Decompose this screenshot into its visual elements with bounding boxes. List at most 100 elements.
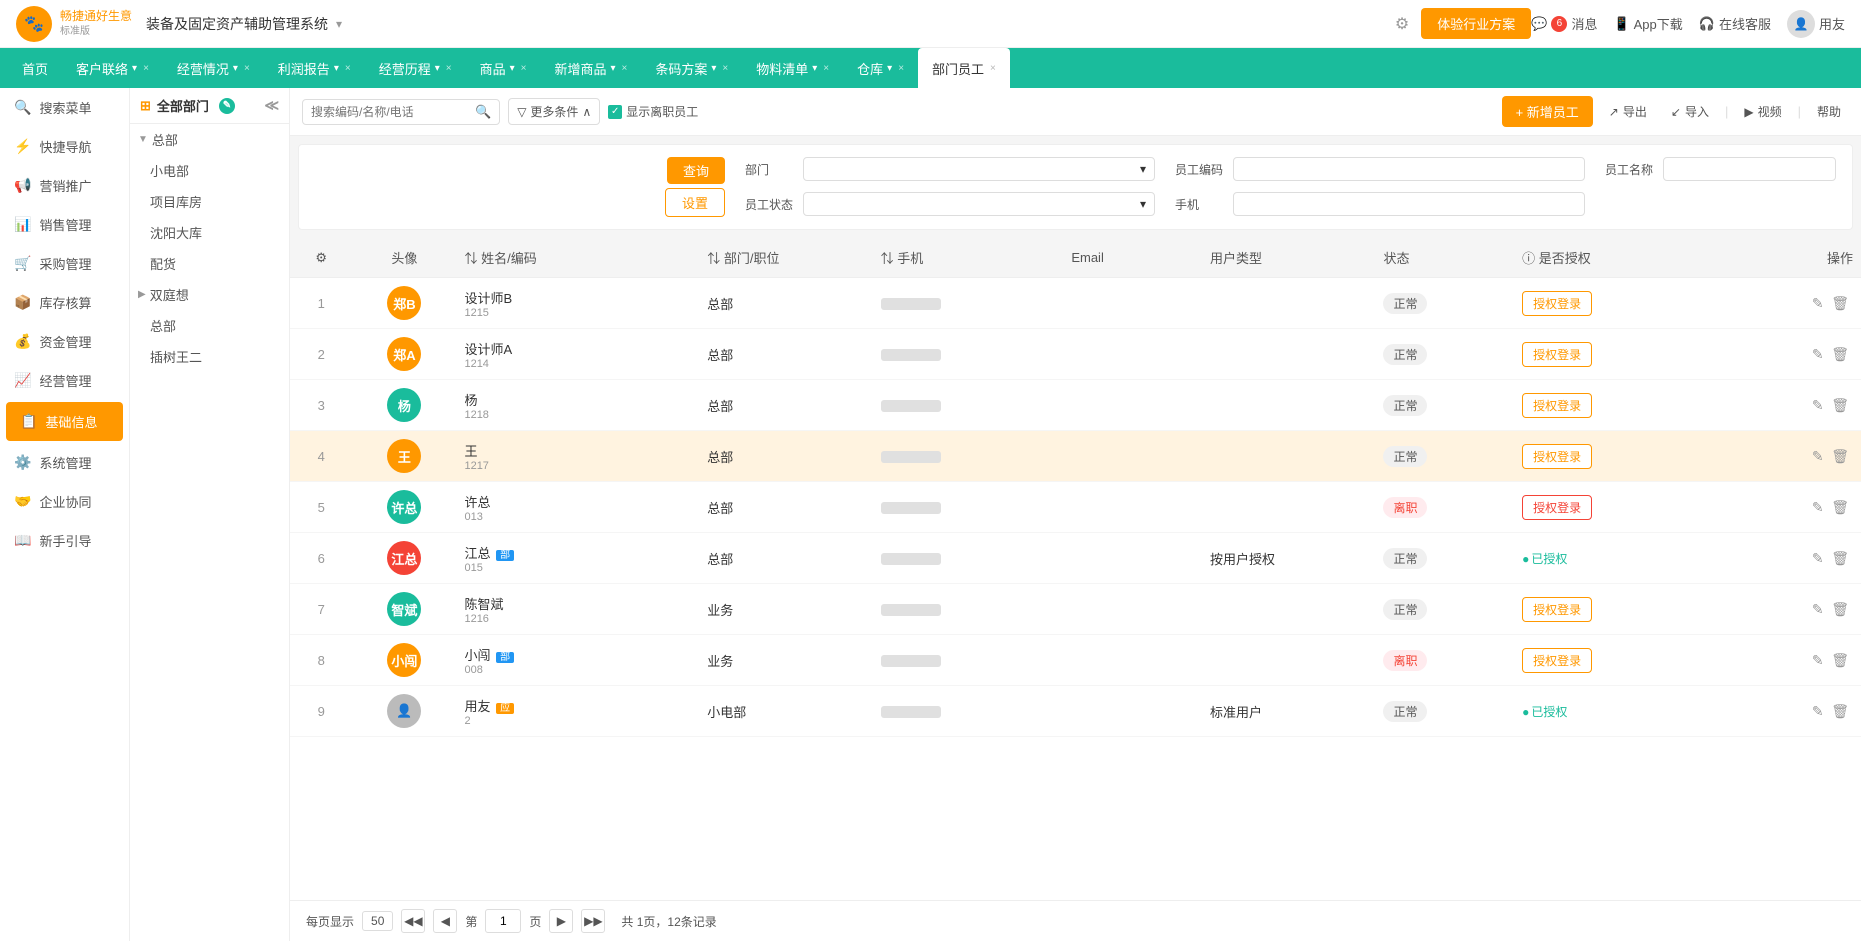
sidebar-item-finance[interactable]: 💰 资金管理	[0, 322, 129, 361]
filter-emp-status-select[interactable]: ▾	[803, 192, 1155, 216]
sidebar-item-business[interactable]: 📈 经营管理	[0, 361, 129, 400]
delete-btn[interactable]: 🗑	[1831, 550, 1849, 566]
app-download-btn[interactable]: 📱 App下载	[1613, 14, 1682, 33]
sidebar-item-sales[interactable]: 📊 销售管理	[0, 205, 129, 244]
col-dept-header[interactable]: ⇅ 部门/职位	[699, 238, 872, 278]
delete-btn[interactable]: 🗑	[1831, 703, 1849, 719]
dept-edit-icon[interactable]: ✎	[219, 98, 235, 114]
search-icon[interactable]: 🔍	[475, 104, 491, 120]
user-area[interactable]: 👤 用友	[1787, 10, 1845, 38]
auth-login-btn[interactable]: 授权登录	[1522, 597, 1592, 622]
tab-warehouse[interactable]: 仓库▾×	[843, 48, 918, 88]
auth-login-btn[interactable]: 授权登录	[1522, 342, 1592, 367]
first-page-btn[interactable]: ◀◀	[401, 909, 425, 933]
delete-btn[interactable]: 🗑	[1831, 346, 1849, 362]
tree-item-distribution[interactable]: 配货	[130, 248, 289, 279]
delete-btn[interactable]: 🗑	[1831, 295, 1849, 311]
tree-item-headquarters[interactable]: ▼ 总部	[130, 124, 289, 155]
per-page-value[interactable]: 50	[362, 911, 393, 931]
tab-barcode[interactable]: 条码方案▾×	[641, 48, 742, 88]
sidebar-item-purchase[interactable]: 🛒 采购管理	[0, 244, 129, 283]
tab-dept-staff[interactable]: 部门员工×	[918, 48, 1010, 88]
edit-btn[interactable]: ✎	[1812, 550, 1824, 566]
sidebar-item-marketing[interactable]: 📢 营销推广	[0, 166, 129, 205]
filter-emp-name-input[interactable]	[1663, 157, 1836, 181]
help-btn[interactable]: 帮助	[1809, 99, 1849, 124]
sidebar-item-guide[interactable]: 📖 新手引导	[0, 521, 129, 560]
auth-login-btn[interactable]: 授权登录	[1522, 291, 1592, 316]
search-input[interactable]	[311, 105, 471, 119]
emp-name: 江总 部	[464, 543, 691, 562]
tab-operation[interactable]: 经营情况▾×	[163, 48, 264, 88]
query-button[interactable]: 查询	[667, 157, 725, 184]
tab-profit[interactable]: 利润报告▾×	[264, 48, 365, 88]
sidebar-item-base[interactable]: 📋 基础信息	[6, 402, 123, 441]
delete-btn[interactable]: 🗑	[1831, 499, 1849, 515]
edit-btn[interactable]: ✎	[1812, 499, 1824, 515]
sidebar-item-system[interactable]: ⚙️ 系统管理	[0, 443, 129, 482]
page-number-input[interactable]	[485, 909, 521, 933]
table-row: 8 小闯 小闯 部 008 业务 离职 授权登录 ✎ 🗑	[290, 635, 1861, 686]
trial-button[interactable]: 体验行业方案	[1421, 8, 1531, 39]
edit-btn[interactable]: ✎	[1812, 703, 1824, 719]
message-btn[interactable]: 💬 6 消息	[1531, 14, 1597, 33]
online-service-btn[interactable]: 🎧 在线客服	[1699, 14, 1771, 33]
auth-login-btn[interactable]: 授权登录	[1522, 393, 1592, 418]
more-filter-btn[interactable]: ▽ 更多条件 ∧	[508, 98, 600, 125]
prev-page-btn[interactable]: ◀	[433, 909, 457, 933]
auth-login-btn[interactable]: 授权登录	[1522, 444, 1592, 469]
edit-btn[interactable]: ✎	[1812, 346, 1824, 362]
col-name-header[interactable]: ⇅ 姓名/编码	[456, 238, 699, 278]
export-btn[interactable]: ↗ 导出	[1601, 99, 1655, 124]
video-btn[interactable]: ▶ 视频	[1736, 99, 1789, 124]
edit-btn[interactable]: ✎	[1812, 652, 1824, 668]
tree-item-projectroom[interactable]: 项目库房	[130, 186, 289, 217]
delete-btn[interactable]: 🗑	[1831, 652, 1849, 668]
avatar: 郑B	[387, 286, 421, 320]
sidebar-item-inventory[interactable]: 📦 库存核算	[0, 283, 129, 322]
tree-item-electronics[interactable]: 小电部	[130, 155, 289, 186]
tab-bom[interactable]: 物料清单▾×	[742, 48, 843, 88]
tab-goods[interactable]: 商品▾×	[466, 48, 541, 88]
sidebar-item-label-search: 搜索菜单	[39, 98, 91, 117]
delete-btn[interactable]: 🗑	[1831, 601, 1849, 617]
auth-login-btn[interactable]: 授权登录	[1522, 648, 1592, 673]
delete-btn[interactable]: 🗑	[1831, 448, 1849, 464]
last-page-btn[interactable]: ▶▶	[581, 909, 605, 933]
show-resigned-wrap[interactable]: ✓ 显示离职员工	[608, 103, 698, 120]
tab-home[interactable]: 首页	[8, 48, 62, 88]
tab-customer[interactable]: 客户联络▾×	[62, 48, 163, 88]
col-settings-header[interactable]: ⚙	[290, 238, 352, 278]
settings-icon[interactable]: ⚙	[1395, 14, 1409, 34]
edit-btn[interactable]: ✎	[1812, 295, 1824, 311]
tree-item-shenyang[interactable]: 沈阳大库	[130, 217, 289, 248]
close-tab-icon[interactable]: ×	[990, 63, 996, 74]
edit-btn[interactable]: ✎	[1812, 448, 1824, 464]
user-avatar: 👤	[1787, 10, 1815, 38]
sidebar-item-search[interactable]: 🔍 搜索菜单	[0, 88, 129, 127]
tree-item-chashuwang[interactable]: 插树王二	[130, 341, 289, 372]
set-button[interactable]: 设置	[665, 188, 725, 217]
top-header: 🐾 畅捷通好生意 标准版 装备及固定资产辅助管理系统 ▾ ⚙ 体验行业方案 💬 …	[0, 0, 1861, 48]
next-page-btn[interactable]: ▶	[549, 909, 573, 933]
col-phone-header[interactable]: ⇅ 手机	[873, 238, 1064, 278]
tab-history[interactable]: 经营历程▾×	[365, 48, 466, 88]
import-btn[interactable]: ↙ 导入	[1663, 99, 1717, 124]
filter-phone-input[interactable]	[1233, 192, 1585, 216]
tab-add-goods[interactable]: 新增商品▾×	[540, 48, 641, 88]
delete-btn[interactable]: 🗑	[1831, 397, 1849, 413]
sidebar-item-coop[interactable]: 🤝 企业协同	[0, 482, 129, 521]
content-area: 🔍 ▽ 更多条件 ∧ ✓ 显示离职员工 + 新增员工 ↗ 导出 ↙ 导入	[290, 88, 1861, 941]
add-employee-button[interactable]: + 新增员工	[1502, 96, 1593, 127]
filter-dept-select[interactable]: ▾	[803, 157, 1155, 181]
tree-item-hq2[interactable]: 总部	[130, 310, 289, 341]
show-resigned-checkbox[interactable]: ✓	[608, 105, 622, 119]
edit-btn[interactable]: ✎	[1812, 601, 1824, 617]
auth-login-btn[interactable]: 授权登录	[1522, 495, 1592, 520]
tree-item-shuangtingxiang[interactable]: ▶ 双庭想	[130, 279, 289, 310]
filter-emp-code-input[interactable]	[1233, 157, 1585, 181]
collapse-btn[interactable]: ≪	[264, 97, 279, 114]
edit-btn[interactable]: ✎	[1812, 397, 1824, 413]
sidebar-item-shortcut[interactable]: ⚡ 快捷导航	[0, 127, 129, 166]
sys-title-arrow[interactable]: ▾	[336, 17, 342, 31]
